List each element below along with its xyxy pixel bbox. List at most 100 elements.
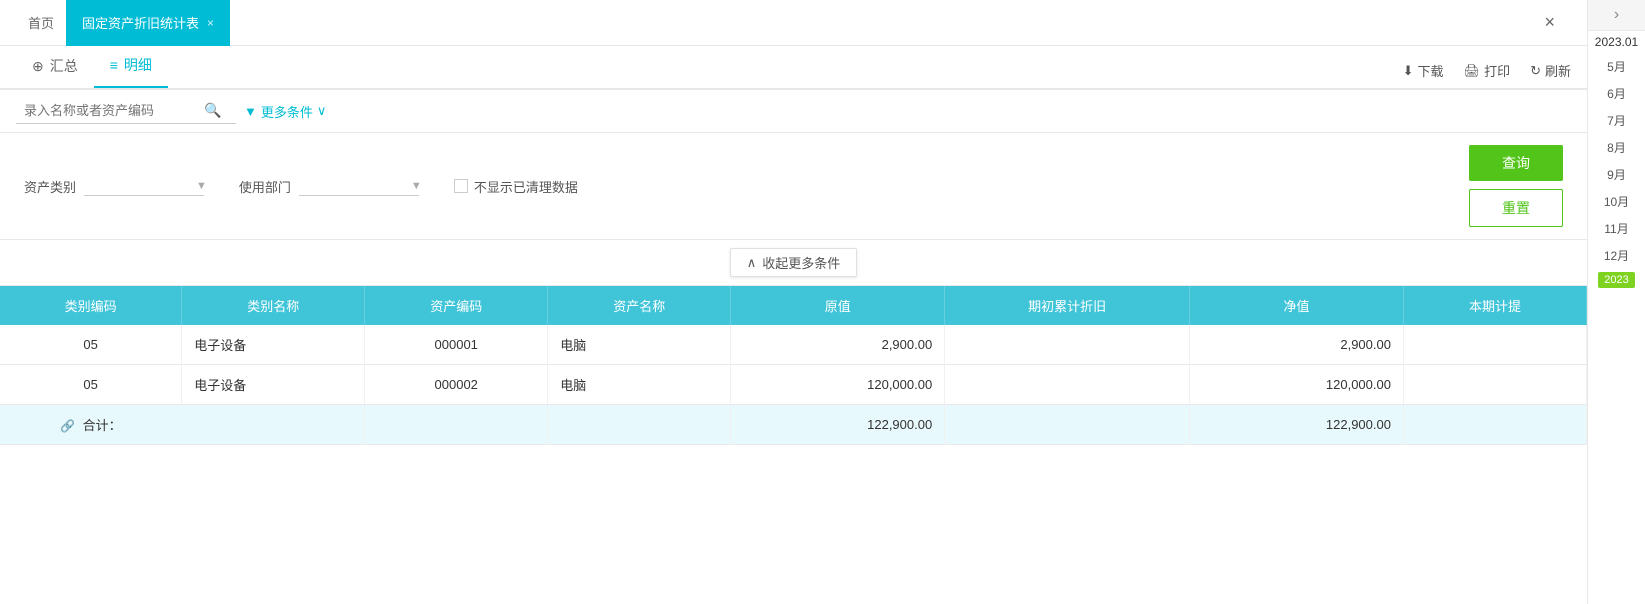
summary-empty-2 (548, 405, 731, 445)
month-9[interactable]: 9月 (1588, 161, 1645, 188)
summary-tab-label: 汇总 (50, 56, 78, 76)
col-cat-name: 类别名称 (182, 286, 365, 325)
asset-type-group: 资产类别 ▼ (24, 176, 207, 196)
active-tab-label: 固定资产折旧统计表 (82, 13, 199, 32)
month-12[interactable]: 12月 (1588, 242, 1645, 269)
summary-accu-depreciation (945, 405, 1190, 445)
filter-bar: 🔍 ▼ 更多条件 ∨ (0, 90, 1587, 133)
right-panel: › 2023.01 5月 6月 7月 8月 9月 10月 11月 12月 202… (1587, 0, 1645, 604)
cell-cat-code: 05 (0, 365, 182, 405)
cell-cat-code: 05 (0, 325, 182, 365)
more-conditions-button[interactable]: ▼ 更多条件 ∨ (244, 102, 326, 121)
summary-icon-cell: 🔗 合计： (0, 405, 365, 445)
advanced-filter: 资产类别 ▼ 使用部门 ▼ 不显示已清理数据 查询 重置 (0, 133, 1587, 240)
more-conditions-label: 更多条件 (261, 102, 313, 121)
search-icon[interactable]: 🔍 (204, 102, 221, 119)
col-current-period: 本期计提 (1403, 286, 1586, 325)
cell-accu-depreciation (945, 365, 1190, 405)
department-group: 使用部门 ▼ (239, 176, 422, 196)
summary-label: 合计： (83, 418, 122, 433)
month-11[interactable]: 11月 (1588, 215, 1645, 242)
col-asset-code: 资产编码 (365, 286, 548, 325)
department-label: 使用部门 (239, 177, 291, 196)
month-10[interactable]: 10月 (1588, 188, 1645, 215)
cell-cat-name: 电子设备 (182, 325, 365, 365)
cell-asset-code: 000002 (365, 365, 548, 405)
query-button[interactable]: 查询 (1469, 145, 1563, 181)
reset-button[interactable]: 重置 (1469, 189, 1563, 227)
cell-current-period (1403, 325, 1586, 365)
chevron-down-icon: ∨ (317, 103, 327, 119)
department-select[interactable] (299, 176, 419, 196)
col-net-value: 净值 (1189, 286, 1403, 325)
month-8[interactable]: 8月 (1588, 134, 1645, 161)
download-label: 下载 (1418, 61, 1444, 80)
no-cleared-label: 不显示已清理数据 (474, 177, 578, 196)
tab-bar: ⊕ 汇总 ≡ 明细 ⬇ 下载 🖨 打印 ↻ 刷新 (0, 46, 1587, 90)
table-header-row: 类别编码 类别名称 资产编码 资产名称 原值 期初累计折旧 净值 本期计提 (0, 286, 1587, 325)
summary-current-period (1403, 405, 1586, 445)
summary-tab-icon: ⊕ (32, 58, 44, 75)
detail-tab-label: 明细 (124, 55, 152, 75)
cell-original-value: 2,900.00 (731, 325, 945, 365)
tab-summary[interactable]: ⊕ 汇总 (16, 44, 94, 88)
asset-type-label: 资产类别 (24, 177, 76, 196)
refresh-icon: ↻ (1530, 63, 1541, 79)
detail-tab-icon: ≡ (110, 57, 118, 73)
col-accu-depreciation: 期初累计折旧 (945, 286, 1190, 325)
no-cleared-checkbox[interactable] (454, 179, 468, 193)
collapse-button[interactable]: ∧ 收起更多条件 (730, 248, 858, 277)
col-original-value: 原值 (731, 286, 945, 325)
month-5[interactable]: 5月 (1588, 53, 1645, 80)
collapse-label: 收起更多条件 (762, 253, 840, 272)
cell-asset-name: 电脑 (548, 325, 731, 365)
top-nav: 首页 固定资产折旧统计表 × × (0, 0, 1587, 46)
data-table: 类别编码 类别名称 资产编码 资产名称 原值 期初累计折旧 净值 本期计提 05… (0, 286, 1587, 445)
table-row: 05 电子设备 000001 电脑 2,900.00 2,900.00 (0, 325, 1587, 365)
summary-row: 🔗 合计： 122,900.00 122,900.00 (0, 405, 1587, 445)
print-label: 打印 (1484, 61, 1510, 80)
search-wrap: 🔍 (16, 98, 236, 124)
cell-cat-name: 电子设备 (182, 365, 365, 405)
refresh-button[interactable]: ↻ 刷新 (1530, 61, 1571, 80)
col-cat-code: 类别编码 (0, 286, 182, 325)
download-button[interactable]: ⬇ 下载 (1403, 61, 1444, 80)
cell-net-value: 120,000.00 (1189, 365, 1403, 405)
print-icon: 🖨 (1464, 63, 1481, 79)
summary-net-value: 122,900.00 (1189, 405, 1403, 445)
download-icon: ⬇ (1403, 63, 1414, 79)
cell-net-value: 2,900.00 (1189, 325, 1403, 365)
close-window-icon[interactable]: × (1528, 12, 1571, 33)
summary-original-value: 122,900.00 (731, 405, 945, 445)
home-nav[interactable]: 首页 (16, 13, 66, 32)
filter-icon: ▼ (244, 104, 257, 119)
collapse-bar: ∧ 收起更多条件 (0, 240, 1587, 286)
filter-row: 资产类别 ▼ 使用部门 ▼ 不显示已清理数据 查询 重置 (24, 145, 1563, 227)
summary-empty-1 (365, 405, 548, 445)
cell-original-value: 120,000.00 (731, 365, 945, 405)
table-row: 05 电子设备 000002 电脑 120,000.00 120,000.00 (0, 365, 1587, 405)
cell-accu-depreciation (945, 325, 1190, 365)
table-container: 类别编码 类别名称 资产编码 资产名称 原值 期初累计折旧 净值 本期计提 05… (0, 286, 1587, 604)
right-panel-expand-arrow[interactable]: › (1588, 0, 1645, 31)
toolbar-right: ⬇ 下载 🖨 打印 ↻ 刷新 (1403, 61, 1571, 88)
col-asset-name: 资产名称 (548, 286, 731, 325)
year-label[interactable]: 2023.01 (1595, 31, 1638, 53)
print-button[interactable]: 🖨 打印 (1464, 61, 1511, 80)
no-cleared-group: 不显示已清理数据 (454, 177, 578, 196)
cell-asset-code: 000001 (365, 325, 548, 365)
search-input[interactable] (24, 103, 204, 118)
asset-type-select[interactable] (84, 176, 204, 196)
tab-detail[interactable]: ≡ 明细 (94, 44, 168, 88)
chevron-up-icon: ∧ (747, 255, 757, 271)
summary-icon: 🔗 (60, 419, 75, 433)
active-tab[interactable]: 固定资产折旧统计表 × (66, 0, 230, 46)
year-badge[interactable]: 2023 (1598, 272, 1634, 288)
close-tab-icon[interactable]: × (207, 16, 214, 30)
month-6[interactable]: 6月 (1588, 80, 1645, 107)
month-7[interactable]: 7月 (1588, 107, 1645, 134)
filter-actions: 查询 重置 (1469, 145, 1563, 227)
refresh-label: 刷新 (1545, 61, 1571, 80)
cell-asset-name: 电脑 (548, 365, 731, 405)
cell-current-period (1403, 365, 1586, 405)
